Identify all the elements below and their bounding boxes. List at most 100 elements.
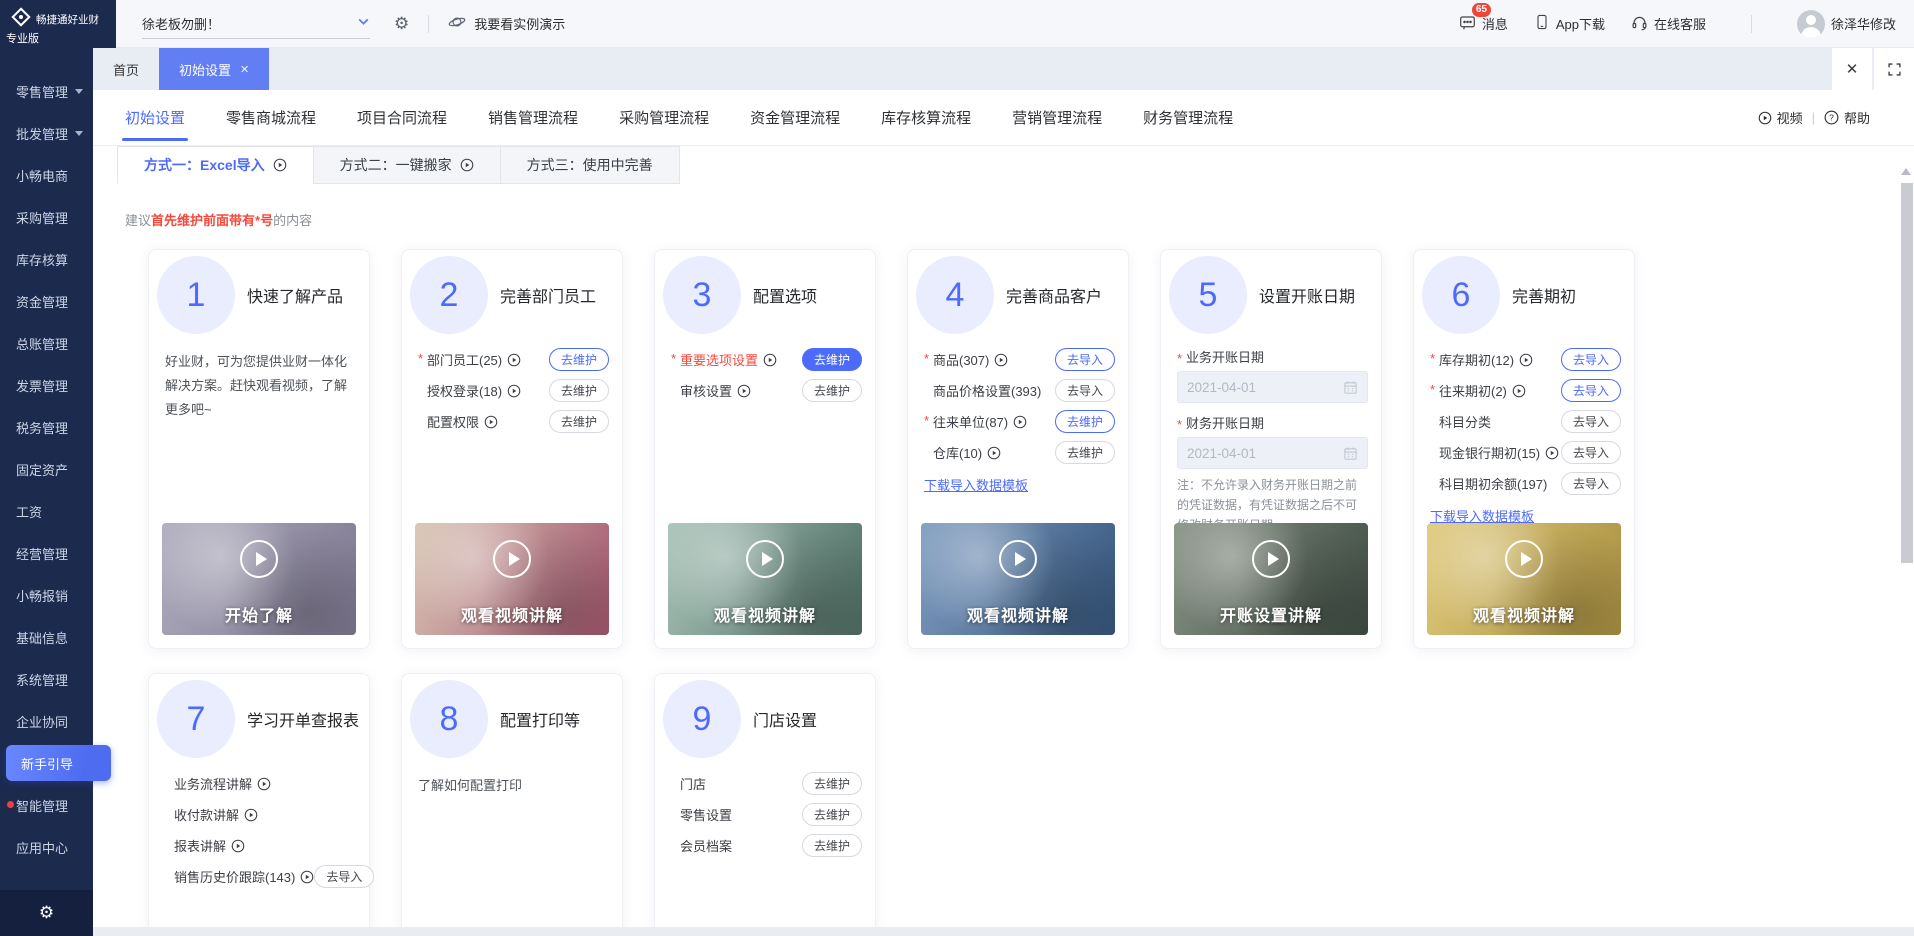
- sidebar-item-8[interactable]: 发票管理: [0, 364, 93, 406]
- sidebar-item-10[interactable]: 固定资产: [0, 448, 93, 490]
- sidebar-item-15[interactable]: 系统管理: [0, 658, 93, 700]
- date-input[interactable]: 2021-04-01: [1177, 437, 1368, 469]
- method-tab-1[interactable]: 方式一：Excel导入: [117, 146, 314, 184]
- play-circle-icon[interactable]: [763, 353, 777, 367]
- messages-button[interactable]: 消息 65: [1459, 2, 1508, 34]
- sidebar-settings-gear[interactable]: ⚙: [0, 890, 93, 936]
- page-tab-6[interactable]: 资金管理流程: [750, 90, 840, 146]
- play-circle-icon[interactable]: [460, 158, 474, 172]
- play-circle-icon[interactable]: [257, 777, 271, 791]
- action-button-去维护[interactable]: 去维护: [801, 379, 862, 402]
- sidebar-item-16[interactable]: 企业协同: [0, 700, 93, 742]
- sidebar-item-4[interactable]: 采购管理: [0, 196, 93, 238]
- sidebar-item-17[interactable]: 新手引导: [6, 745, 111, 781]
- app-download-button[interactable]: App下载: [1534, 14, 1605, 33]
- play-circle-icon[interactable]: [1013, 415, 1027, 429]
- required-asterisk: *: [924, 351, 930, 366]
- help-link[interactable]: ? 帮助: [1824, 108, 1870, 127]
- play-circle-icon[interactable]: [231, 839, 245, 853]
- action-button-去维护[interactable]: 去维护: [1054, 410, 1115, 433]
- calendar-icon[interactable]: [1343, 380, 1358, 395]
- sidebar-item-19[interactable]: 应用中心: [0, 826, 93, 868]
- company-selector[interactable]: 徐老板勿删！: [142, 9, 370, 39]
- play-circle-icon[interactable]: [987, 446, 1001, 460]
- action-button-去维护[interactable]: 去维护: [548, 379, 609, 402]
- download-template-link[interactable]: 下载导入数据模板: [924, 475, 1028, 494]
- play-circle-icon[interactable]: [737, 384, 751, 398]
- action-button-去维护[interactable]: 去维护: [801, 348, 862, 371]
- sidebar-item-11[interactable]: 工资: [0, 490, 93, 532]
- sidebar-item-14[interactable]: 基础信息: [0, 616, 93, 658]
- action-button-去维护[interactable]: 去维护: [548, 410, 609, 433]
- user-menu[interactable]: 徐泽华修改: [1796, 9, 1896, 38]
- sidebar-item-5[interactable]: 库存核算: [0, 238, 93, 280]
- page-tab-2[interactable]: 零售商城流程: [226, 90, 316, 146]
- page-tab-8[interactable]: 营销管理流程: [1012, 90, 1102, 146]
- play-circle-icon[interactable]: [507, 353, 521, 367]
- sidebar-item-3[interactable]: 小畅电商: [0, 154, 93, 196]
- play-circle-icon[interactable]: [1512, 384, 1526, 398]
- video-thumbnail[interactable]: 开账设置讲解: [1174, 523, 1368, 635]
- play-circle-icon[interactable]: [244, 808, 258, 822]
- card-body: * 重要选项设置 去维护 审核设置 去维护: [671, 344, 862, 406]
- play-circle-icon[interactable]: [507, 384, 521, 398]
- sidebar-item-1[interactable]: 零售管理: [0, 70, 93, 112]
- row-label-text: 授权登录(18): [427, 384, 503, 399]
- action-button-去导入[interactable]: 去导入: [1560, 472, 1621, 495]
- sidebar-item-9[interactable]: 税务管理: [0, 406, 93, 448]
- action-button-去导入[interactable]: 去导入: [1560, 441, 1621, 464]
- page-tab-3[interactable]: 项目合同流程: [357, 90, 447, 146]
- method-tab-3[interactable]: 方式三：使用中完善: [499, 146, 680, 184]
- video-thumbnail[interactable]: 观看视频讲解: [1427, 523, 1621, 635]
- video-thumbnail[interactable]: 观看视频讲解: [415, 523, 609, 635]
- action-button-去维护[interactable]: 去维护: [801, 803, 862, 826]
- sidebar-item-18[interactable]: 智能管理: [0, 784, 93, 826]
- sidebar-item-12[interactable]: 经营管理: [0, 532, 93, 574]
- horizontal-scroll-track: [93, 927, 1914, 936]
- page-tab-1[interactable]: 初始设置: [125, 90, 185, 146]
- play-circle-icon[interactable]: [1519, 353, 1533, 367]
- page-tab-5[interactable]: 采购管理流程: [619, 90, 709, 146]
- method-tab-2[interactable]: 方式二：一键搬家: [312, 146, 501, 184]
- fullscreen-button[interactable]: [1872, 48, 1914, 90]
- online-support-button[interactable]: 在线客服: [1631, 14, 1706, 34]
- action-button-去维护[interactable]: 去维护: [548, 348, 609, 371]
- action-button-去导入[interactable]: 去导入: [1560, 348, 1621, 371]
- sidebar-item-2[interactable]: 批发管理: [0, 112, 93, 154]
- action-button-去导入[interactable]: 去导入: [1054, 379, 1115, 402]
- play-circle-icon[interactable]: [273, 158, 287, 172]
- scrollbar-up-arrow[interactable]: [1901, 168, 1911, 175]
- settings-gear-icon[interactable]: ⚙: [394, 15, 409, 32]
- play-circle-icon[interactable]: [1545, 446, 1559, 460]
- action-button-去维护[interactable]: 去维护: [801, 772, 862, 795]
- demo-link[interactable]: 我要看实例演示: [448, 13, 565, 34]
- action-button-去导入[interactable]: 去导入: [1560, 379, 1621, 402]
- sidebar-item-7[interactable]: 总账管理: [0, 322, 93, 364]
- video-thumbnail[interactable]: 观看视频讲解: [921, 523, 1115, 635]
- video-link[interactable]: 视频: [1758, 108, 1803, 127]
- action-button-去维护[interactable]: 去维护: [1054, 441, 1115, 464]
- action-button-去导入[interactable]: 去导入: [1054, 348, 1115, 371]
- play-circle-icon[interactable]: [484, 415, 498, 429]
- date-input[interactable]: 2021-04-01: [1177, 371, 1368, 403]
- action-button-去维护[interactable]: 去维护: [801, 834, 862, 857]
- page-tab-4[interactable]: 销售管理流程: [488, 90, 578, 146]
- action-button-去导入[interactable]: 去导入: [314, 865, 375, 888]
- action-button-去导入[interactable]: 去导入: [1560, 410, 1621, 433]
- card-row: 授权登录(18) 去维护: [418, 375, 609, 406]
- scrollbar-thumb[interactable]: [1901, 183, 1913, 563]
- video-thumbnail[interactable]: 开始了解: [162, 523, 356, 635]
- play-circle-icon[interactable]: [300, 870, 314, 884]
- sidebar-item-6[interactable]: 资金管理: [0, 280, 93, 322]
- open-tab-2[interactable]: 初始设置 ✕: [159, 48, 270, 90]
- page-tab-9[interactable]: 财务管理流程: [1143, 90, 1233, 146]
- step-number: 3: [692, 275, 712, 314]
- play-circle-icon[interactable]: [994, 353, 1008, 367]
- open-tab-1[interactable]: 首页: [93, 48, 159, 90]
- close-tab-icon[interactable]: ✕: [240, 63, 249, 76]
- page-tab-7[interactable]: 库存核算流程: [881, 90, 971, 146]
- video-thumbnail[interactable]: 观看视频讲解: [668, 523, 862, 635]
- calendar-icon[interactable]: [1343, 446, 1358, 461]
- close-all-tabs-button[interactable]: ✕: [1830, 48, 1872, 90]
- sidebar-item-13[interactable]: 小畅报销: [0, 574, 93, 616]
